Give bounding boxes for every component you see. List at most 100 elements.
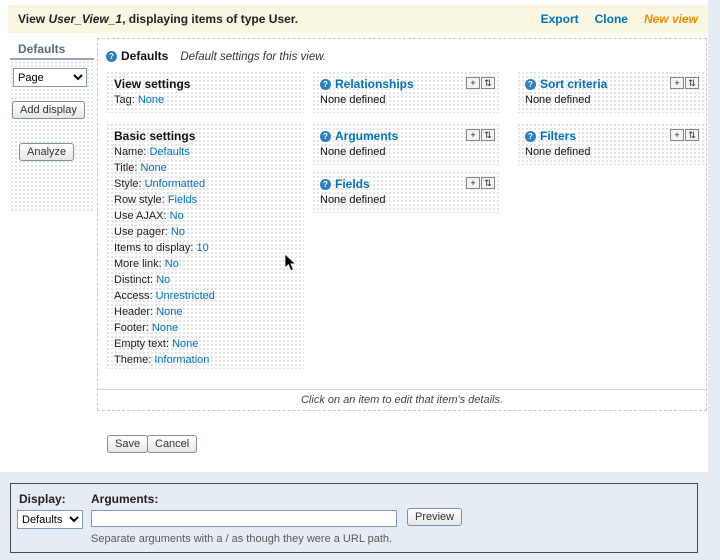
add-display-button[interactable]: Add display — [12, 101, 85, 119]
setting-row: Access: Unrestricted — [114, 288, 296, 304]
setting-row: Distinct: No — [114, 272, 296, 288]
setting-value-link[interactable]: 10 — [197, 242, 209, 254]
relationships-box: ? Relationships + ⇅ None defined — [312, 71, 500, 113]
setting-value-link[interactable]: None — [138, 94, 164, 106]
export-link[interactable]: Export — [541, 12, 579, 26]
setting-row: Title: None — [114, 160, 296, 176]
setting-label: Empty text: — [114, 338, 170, 350]
setting-label: More link: — [114, 258, 162, 270]
page-title: View User_View_1, displaying items of ty… — [18, 5, 298, 33]
empty-text: None defined — [320, 194, 386, 206]
arguments-help-text: Separate arguments with a / as though th… — [91, 533, 393, 545]
setting-label: Use pager: — [114, 226, 168, 238]
setting-value-link[interactable]: None — [172, 338, 198, 350]
setting-label: Access: — [114, 290, 153, 302]
setting-value-link[interactable]: None — [156, 306, 182, 318]
arguments-head: ? Arguments + ⇅ — [320, 128, 495, 144]
setting-label: Items to display: — [114, 242, 194, 254]
preview-display-select[interactable]: Defaults — [17, 510, 83, 529]
tab-defaults[interactable]: Defaults — [10, 38, 94, 60]
add-icon[interactable]: + — [466, 77, 480, 89]
mouse-cursor — [284, 253, 297, 272]
cancel-button[interactable]: Cancel — [147, 435, 198, 453]
relationships-title-link[interactable]: Relationships — [335, 77, 414, 91]
rearrange-icon[interactable]: ⇅ — [685, 129, 699, 141]
setting-value-link[interactable]: None — [141, 162, 167, 174]
fields-box: ? Fields + ⇅ None defined — [312, 171, 500, 213]
setting-value-link[interactable]: Information — [154, 354, 209, 366]
fields-head: ? Fields + ⇅ — [320, 176, 495, 192]
rearrange-icon[interactable]: ⇅ — [685, 77, 699, 89]
rearrange-icon[interactable]: ⇅ — [481, 177, 495, 189]
setting-value-link[interactable]: Defaults — [149, 146, 189, 158]
setting-row: Name: Defaults — [114, 144, 296, 160]
preview-button[interactable]: Preview — [407, 508, 463, 526]
arguments-input[interactable] — [91, 510, 397, 527]
rearrange-icon[interactable]: ⇅ — [481, 77, 495, 89]
title-suffix: , displaying items of type User. — [122, 12, 299, 26]
new-view-link[interactable]: New view — [644, 12, 698, 26]
help-icon[interactable]: ? — [525, 79, 536, 90]
sidebar-controls: Page Add display Analyze — [10, 60, 94, 212]
setting-row: Row style: Fields — [114, 192, 296, 208]
display-type-select[interactable]: Page — [13, 68, 87, 87]
analyze-button[interactable]: Analyze — [19, 143, 75, 161]
setting-value-link[interactable]: Unrestricted — [156, 290, 215, 302]
basic-settings-title: Basic settings — [114, 129, 196, 143]
fields-controls: + ⇅ — [465, 177, 495, 189]
setting-value-link[interactable]: None — [152, 322, 178, 334]
clone-link[interactable]: Clone — [595, 12, 628, 26]
save-button[interactable]: Save — [107, 435, 149, 453]
arguments-box: ? Arguments + ⇅ None defined — [312, 123, 500, 165]
setting-label: Footer: — [114, 322, 149, 334]
setting-value-link[interactable]: No — [170, 210, 184, 222]
fields-title-link[interactable]: Fields — [335, 177, 370, 191]
add-icon[interactable]: + — [466, 129, 480, 141]
view-settings-title: View settings — [114, 77, 191, 91]
view-name: User_View_1 — [48, 12, 123, 26]
setting-label: Theme: — [114, 354, 152, 366]
setting-value-link[interactable]: No — [156, 274, 170, 286]
help-icon[interactable]: ? — [106, 51, 117, 62]
setting-row: Style: Unformatted — [114, 176, 296, 192]
help-icon[interactable]: ? — [320, 179, 331, 190]
filters-head: ? Filters + ⇅ — [525, 128, 699, 144]
rearrange-icon[interactable]: ⇅ — [481, 129, 495, 141]
setting-value-link[interactable]: No — [165, 258, 179, 270]
setting-value-link[interactable]: No — [171, 226, 185, 238]
help-icon[interactable]: ? — [525, 131, 536, 142]
setting-value-link[interactable]: Fields — [168, 194, 197, 206]
views-ui-screen: View User_View_1, displaying items of ty… — [0, 0, 720, 560]
add-icon[interactable]: + — [670, 129, 684, 141]
defaults-panel: ? Defaults Default settings for this view.… — [97, 38, 707, 411]
setting-row: Use pager: No — [114, 224, 296, 240]
tab-defaults-label: Defaults — [18, 42, 66, 56]
sort-criteria-title-link[interactable]: Sort criteria — [540, 77, 607, 91]
setting-value-link[interactable]: Unformatted — [145, 178, 206, 190]
empty-text: None defined — [320, 94, 386, 106]
filters-title-link[interactable]: Filters — [540, 129, 576, 143]
add-icon[interactable]: + — [670, 77, 684, 89]
sort-criteria-box: ? Sort criteria + ⇅ None defined — [517, 71, 704, 113]
help-icon[interactable]: ? — [320, 79, 331, 90]
header-links: Export Clone New view — [541, 5, 698, 33]
panel-heading-row: ? Defaults Default settings for this view. — [106, 49, 326, 63]
setting-row: Tag: None — [114, 92, 296, 108]
sort-criteria-controls: + ⇅ — [669, 77, 699, 89]
preview-panel: Display: Arguments: Defaults Preview Sep… — [10, 483, 698, 553]
relationships-controls: + ⇅ — [465, 77, 495, 89]
display-sidebar: Defaults Page Add display Analyze — [10, 38, 94, 212]
setting-label: Use AJAX: — [114, 210, 167, 222]
basic-settings-box: Basic settings Name: Defaults Title: Non… — [106, 123, 304, 369]
arguments-title-link[interactable]: Arguments — [335, 129, 398, 143]
empty-text: None defined — [525, 94, 591, 106]
setting-row: More link: No — [114, 256, 296, 272]
add-icon[interactable]: + — [466, 177, 480, 189]
setting-label: Distinct: — [114, 274, 154, 286]
setting-row: Items to display: 10 — [114, 240, 296, 256]
panel-heading: Defaults — [121, 49, 169, 63]
panel-heading-note: Default settings for this view. — [180, 51, 327, 63]
help-icon[interactable]: ? — [320, 131, 331, 142]
filters-box: ? Filters + ⇅ None defined — [517, 123, 704, 165]
setting-row: Use AJAX: No — [114, 208, 296, 224]
